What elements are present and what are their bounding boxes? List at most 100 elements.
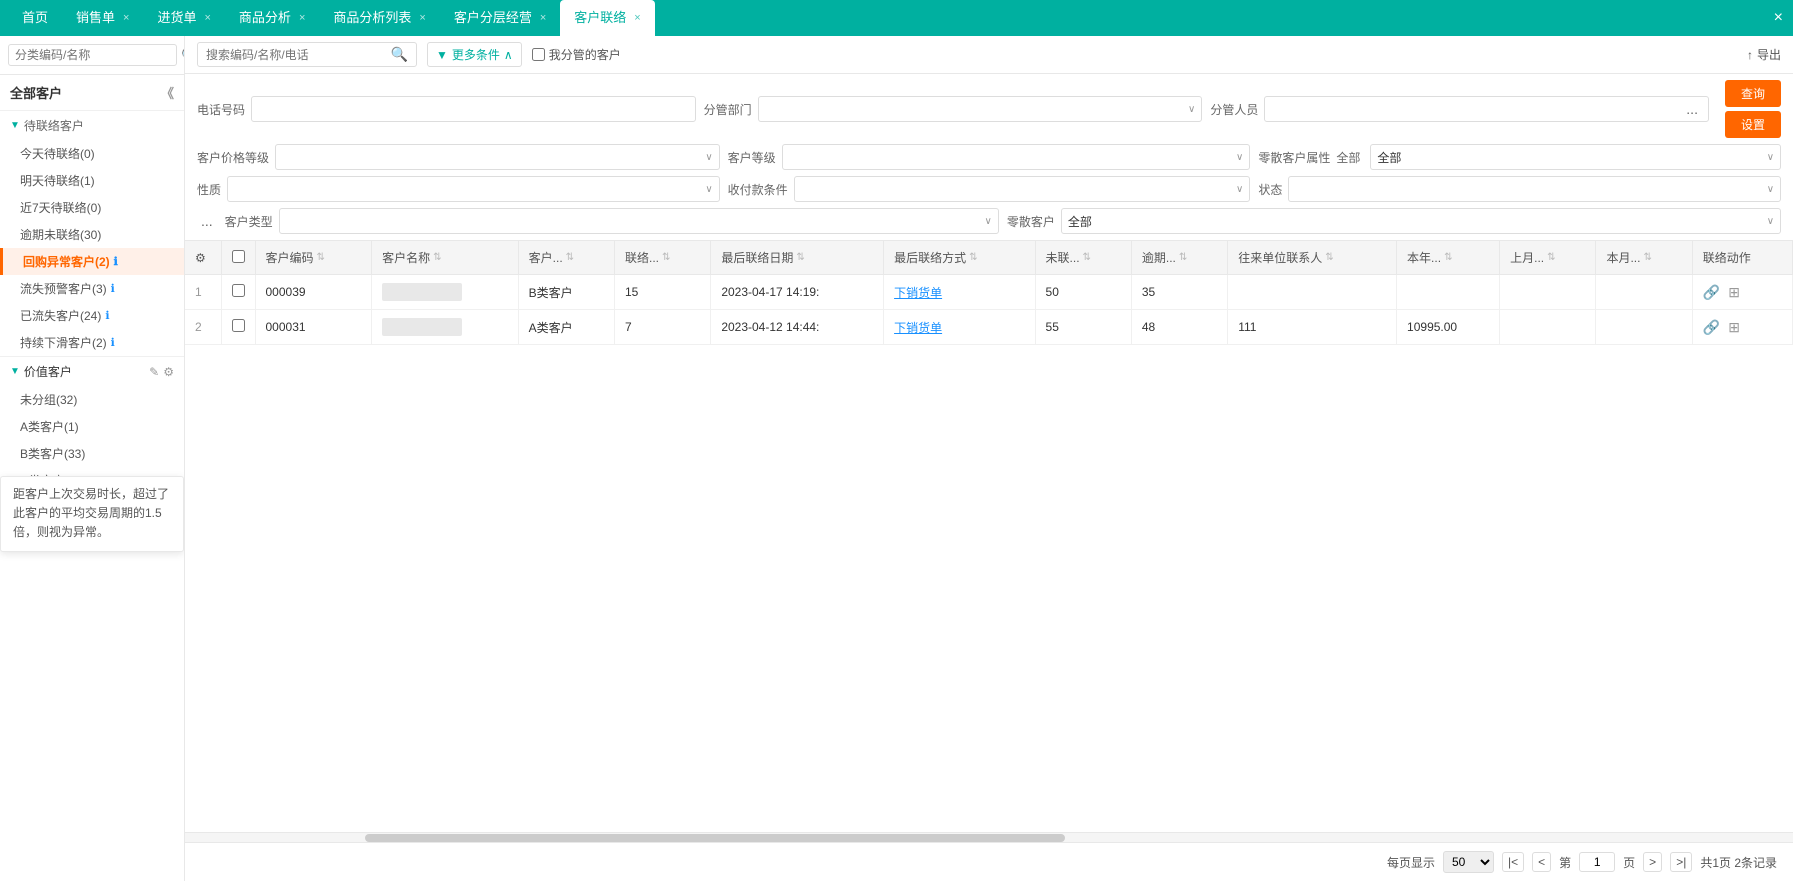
action-link-icon[interactable]: 🔗	[1703, 284, 1720, 301]
close-customer-contact-icon[interactable]: ×	[634, 0, 640, 36]
pending-label: 待联络客户	[24, 117, 84, 134]
page-label: 第	[1559, 854, 1571, 871]
row-checkbox[interactable]	[221, 275, 255, 310]
last-date-sort-icon[interactable]: ⇅	[796, 252, 804, 263]
overdue-sort-icon[interactable]: ⇅	[1179, 252, 1187, 263]
action-grid-icon[interactable]: ⊞	[1728, 319, 1740, 336]
query-button[interactable]: 查询	[1725, 80, 1781, 107]
phone-input[interactable]	[251, 96, 696, 122]
main-search-icon[interactable]: 🔍	[391, 46, 408, 63]
person-select[interactable]: ...	[1264, 96, 1709, 122]
col-customer-name: 客户名称⇅	[372, 241, 519, 275]
pending-group[interactable]: ▼ 待联络客户	[0, 111, 184, 140]
col-unpaid: 未联...⇅	[1035, 241, 1131, 275]
scrollbar-thumb[interactable]	[365, 834, 1065, 842]
more-conditions-button[interactable]: ▼ 更多条件 ∧	[427, 42, 522, 67]
payment-select[interactable]: ∨	[794, 176, 1251, 202]
sidebar-repurchase-abnormal[interactable]: 回购异常客户(2) ℹ	[0, 248, 184, 275]
close-all-tabs-button[interactable]: ×	[1774, 9, 1783, 27]
data-table-area: ⚙ 客户编码⇅ 客户名称⇅ 客户...⇅	[185, 241, 1793, 832]
close-analysis-icon[interactable]: ×	[299, 0, 305, 36]
close-purchase-icon[interactable]: ×	[204, 0, 210, 36]
price-level-select[interactable]: ∨	[275, 144, 720, 170]
nav-sales[interactable]: 销售单 ×	[62, 0, 143, 36]
action-link-icon[interactable]: 🔗	[1703, 319, 1720, 336]
action-grid-icon[interactable]: ⊞	[1728, 284, 1740, 301]
code-sort-icon[interactable]: ⇅	[317, 252, 325, 263]
sidebar-search-input[interactable]	[8, 44, 177, 66]
person-dots-icon[interactable]: ...	[1682, 101, 1702, 117]
retail-attr-select[interactable]: 全部 ∨	[1370, 144, 1781, 170]
filter-retail-attr: 零散客户属性 全部 全部 ∨	[1258, 144, 1781, 170]
value-customers-edit-icon[interactable]: ✎	[149, 365, 159, 379]
horizontal-scrollbar[interactable]	[185, 832, 1793, 842]
this-month-sort-icon[interactable]: ⇅	[1643, 252, 1651, 263]
per-page-select[interactable]: 50 20 100	[1443, 851, 1494, 873]
close-sales-icon[interactable]: ×	[123, 0, 129, 36]
sidebar-7days[interactable]: 近7天待联络(0)	[0, 194, 184, 221]
unpaid-sort-icon[interactable]: ⇅	[1083, 252, 1091, 263]
all-customers-header[interactable]: 全部客户 《	[0, 75, 184, 111]
nav-analysis[interactable]: 商品分析 ×	[225, 0, 319, 36]
close-analysis-list-icon[interactable]: ×	[419, 0, 425, 36]
retail-customer-chevron-icon: ∨	[1767, 216, 1774, 227]
type-sort-icon[interactable]: ⇅	[566, 252, 574, 263]
row-type: B类客户	[518, 275, 614, 310]
column-settings-icon[interactable]: ⚙	[195, 251, 206, 265]
row-this-year: 10995.00	[1397, 310, 1500, 345]
value-customers-group[interactable]: ▼ 价值客户 ✎ ⚙	[0, 356, 184, 386]
my-customers-checkbox[interactable]	[532, 48, 545, 61]
customer-type-select[interactable]: ∨	[279, 208, 999, 234]
gender-chevron-icon: ∨	[705, 184, 712, 195]
sidebar-overdue-contact[interactable]: 逾期未联络(30)	[0, 221, 184, 248]
my-customers-checkbox-area[interactable]: 我分管的客户	[532, 46, 621, 63]
page-number-input[interactable]	[1579, 852, 1615, 872]
col-customer-type: 客户...⇅	[518, 241, 614, 275]
prev-page-button[interactable]: <	[1532, 852, 1551, 872]
expand-filters-button[interactable]: ...	[197, 213, 217, 229]
next-page-button[interactable]: >	[1643, 852, 1662, 872]
select-all-checkbox[interactable]	[232, 250, 245, 263]
gender-select[interactable]: ∨	[227, 176, 720, 202]
sidebar-ungrouped[interactable]: 未分组(32)	[0, 386, 184, 413]
nav-analysis-list[interactable]: 商品分析列表 ×	[319, 0, 439, 36]
row-unpaid: 55	[1035, 310, 1131, 345]
last-way-sort-icon[interactable]: ⇅	[969, 252, 977, 263]
nav-purchase[interactable]: 进货单 ×	[143, 0, 224, 36]
main-search-box[interactable]: 🔍	[197, 42, 417, 67]
first-page-button[interactable]: |<	[1502, 852, 1524, 872]
nav-customer-contact[interactable]: 客户联络 ×	[560, 0, 654, 36]
main-search-input[interactable]	[206, 48, 391, 62]
contact-sort-icon[interactable]: ⇅	[662, 252, 670, 263]
retail-customer-select[interactable]: 全部 ∨	[1061, 208, 1781, 234]
value-customers-settings-icon[interactable]: ⚙	[163, 365, 174, 379]
repurchase-info-icon[interactable]: ℹ	[114, 255, 118, 268]
nav-home[interactable]: 首页	[8, 0, 62, 36]
name-sort-icon[interactable]: ⇅	[433, 252, 441, 263]
sidebar-tomorrow[interactable]: 明天待联络(1)	[0, 167, 184, 194]
customer-level-select[interactable]: ∨	[782, 144, 1251, 170]
filter-retail-customer: 零散客户 全部 ∨	[1007, 208, 1781, 234]
set-button[interactable]: 设置	[1725, 111, 1781, 138]
row-last-month	[1500, 275, 1596, 310]
row-unit-contact: 111	[1228, 310, 1397, 345]
sidebar-lost[interactable]: 已流失客户(24) ℹ	[0, 302, 184, 329]
row-checkbox[interactable]	[221, 310, 255, 345]
sidebar-lost-pre[interactable]: 流失预警客户(3) ℹ	[0, 275, 184, 302]
right-content: 🔍 ▼ 更多条件 ∧ 我分管的客户 ↑ 导出 电话号码	[185, 36, 1793, 881]
this-year-sort-icon[interactable]: ⇅	[1444, 252, 1452, 263]
status-select[interactable]: ∨	[1288, 176, 1781, 202]
last-month-sort-icon[interactable]: ⇅	[1547, 252, 1555, 263]
customers-table: ⚙ 客户编码⇅ 客户名称⇅ 客户...⇅	[185, 241, 1793, 345]
sidebar-today[interactable]: 今天待联络(0)	[0, 140, 184, 167]
close-customer-tier-icon[interactable]: ×	[540, 0, 546, 36]
sidebar-collapse-icon[interactable]: 《	[161, 83, 174, 102]
sidebar-a-class[interactable]: A类客户(1)	[0, 413, 184, 440]
unit-sort-icon[interactable]: ⇅	[1325, 252, 1333, 263]
last-page-button[interactable]: >|	[1670, 852, 1692, 872]
nav-customer-tier[interactable]: 客户分层经营 ×	[440, 0, 560, 36]
sidebar-b-class[interactable]: B类客户(33)	[0, 440, 184, 467]
sidebar-declining[interactable]: 持续下滑客户(2) ℹ	[0, 329, 184, 356]
department-select[interactable]: ∨	[758, 96, 1203, 122]
export-button[interactable]: ↑ 导出	[1747, 46, 1781, 63]
